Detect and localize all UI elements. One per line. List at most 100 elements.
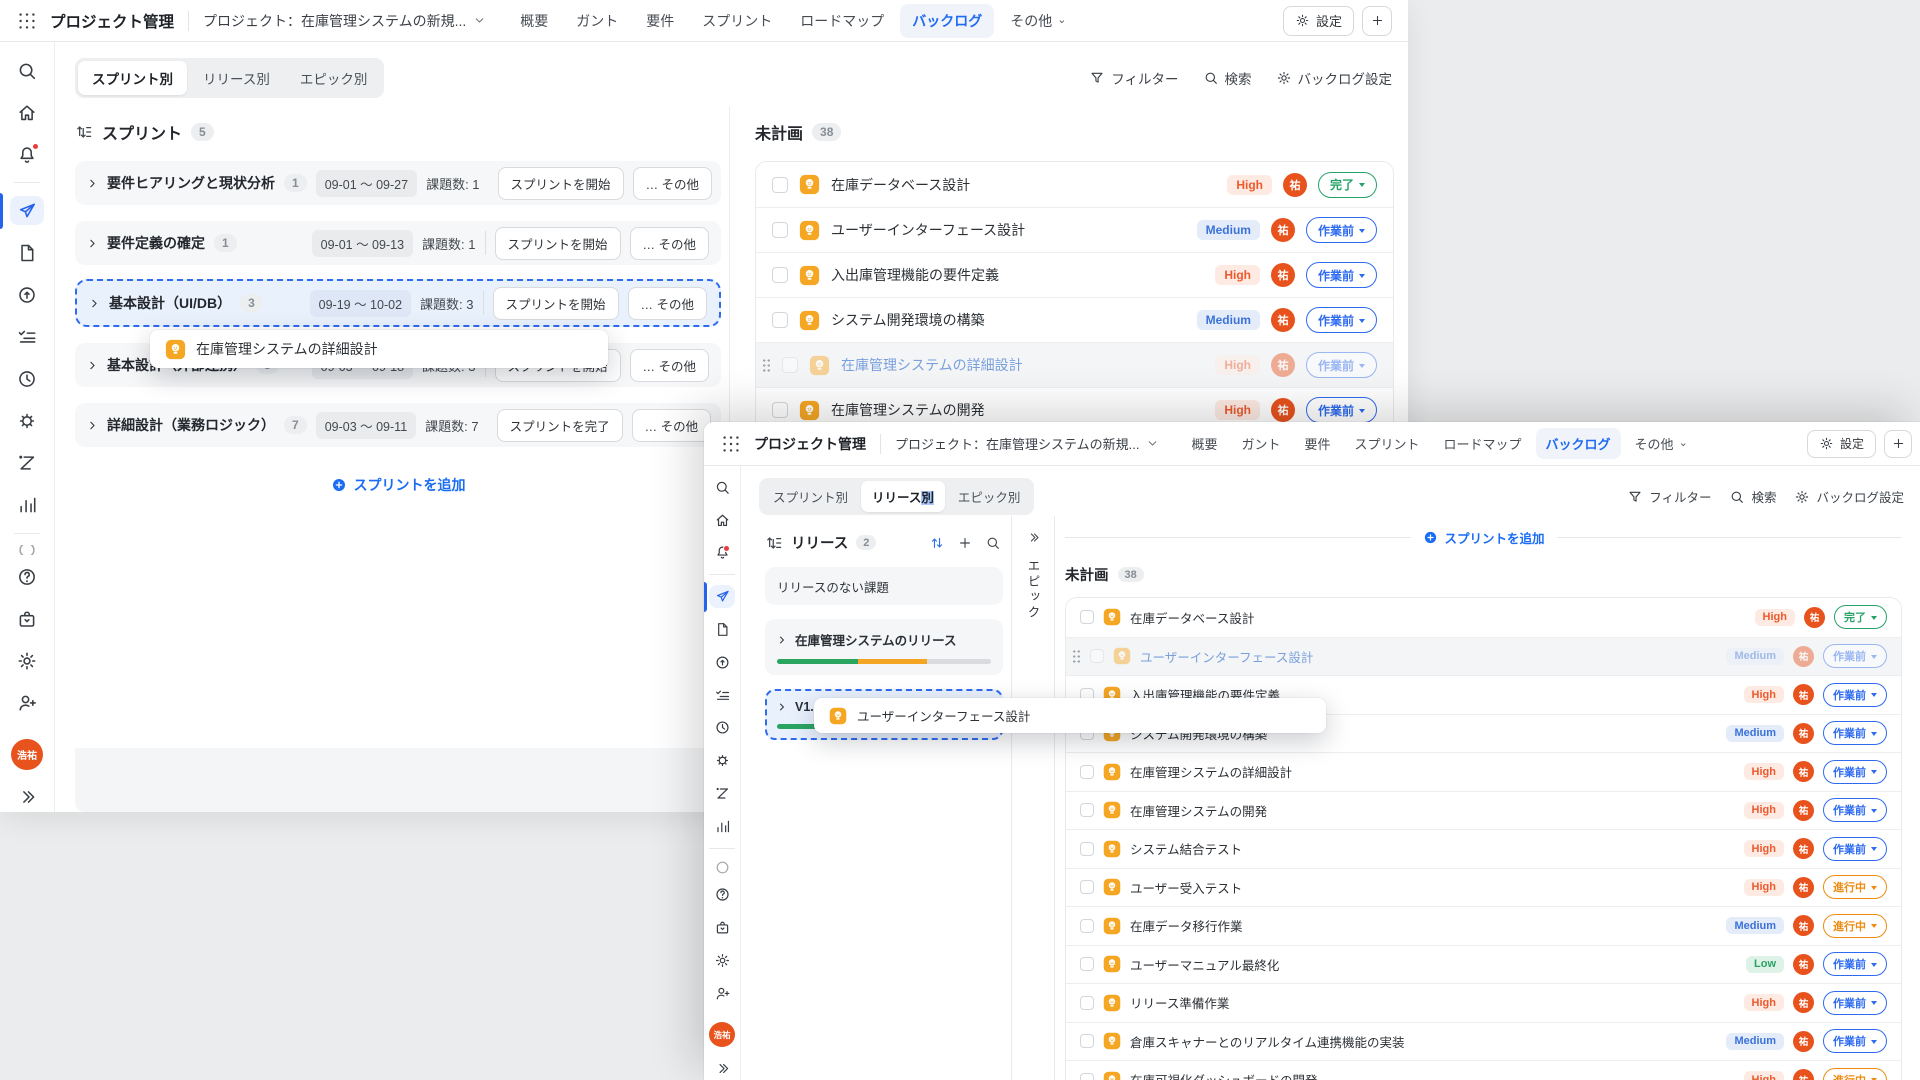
sidebar-expand[interactable] xyxy=(10,783,44,812)
status-dropdown[interactable]: 作業前 xyxy=(1823,798,1887,823)
app-grid-icon[interactable] xyxy=(718,431,744,457)
task-checkbox[interactable] xyxy=(1080,995,1094,1010)
add-release-button[interactable] xyxy=(955,533,975,553)
sprint-row[interactable]: 詳細設計（業務ロジック） 7 09-03 ～ 09-11 課題数: 7 スプリン… xyxy=(75,403,721,447)
task-title[interactable]: ユーザー受入テスト xyxy=(1130,878,1242,897)
sidebar-settings[interactable] xyxy=(709,949,735,972)
status-dropdown[interactable]: 作業前 xyxy=(1823,682,1887,707)
task-title[interactable]: 倉庫スキャナーとのリアルタイム連携機能の実装 xyxy=(1130,1032,1405,1051)
drag-handle-icon[interactable] xyxy=(1072,648,1081,664)
task-checkbox[interactable] xyxy=(1080,803,1094,818)
task-row[interactable]: リリース準備作業 High 祐 作業前 xyxy=(1066,983,1901,1022)
sprint-action-button[interactable]: スプリントを開始 xyxy=(497,166,624,200)
sidebar-projects-active[interactable] xyxy=(0,193,44,230)
nav-tab[interactable]: バックログ xyxy=(900,3,995,38)
nav-tab[interactable]: スプリント xyxy=(1345,428,1430,459)
sidebar-issues[interactable] xyxy=(10,407,44,436)
task-checkbox[interactable] xyxy=(1080,1072,1094,1080)
sidebar-reports[interactable] xyxy=(709,815,735,838)
sidebar-expand[interactable] xyxy=(709,1057,735,1080)
sidebar-home[interactable] xyxy=(709,509,735,532)
sprint-action-button[interactable]: スプリントを完了 xyxy=(496,408,623,442)
sidebar-goals[interactable] xyxy=(709,651,735,674)
status-dropdown[interactable]: 作業前 xyxy=(1305,307,1377,333)
add-sprint-button[interactable]: スプリントを追加 xyxy=(1423,528,1545,547)
nav-tab[interactable]: スプリント xyxy=(690,4,784,38)
view-segment[interactable]: エピック別 xyxy=(947,481,1032,512)
user-avatar[interactable]: 浩祐 xyxy=(11,738,43,770)
status-dropdown[interactable]: 作業前 xyxy=(1305,352,1377,378)
status-dropdown[interactable]: 作業前 xyxy=(1305,397,1377,423)
task-title[interactable]: 在庫管理システムの詳細設計 xyxy=(841,355,1023,375)
sidebar-approvals[interactable] xyxy=(10,322,44,351)
settings-button[interactable]: 設定 xyxy=(1806,429,1876,458)
task-title[interactable]: 在庫データベース設計 xyxy=(831,175,970,195)
task-title[interactable]: 入出庫管理機能の要件定義 xyxy=(831,265,999,285)
task-checkbox[interactable] xyxy=(1080,880,1094,895)
status-dropdown[interactable]: 完了 xyxy=(1834,605,1887,630)
task-title[interactable]: 在庫データベース設計 xyxy=(1130,608,1254,627)
task-checkbox[interactable] xyxy=(772,402,788,418)
task-row[interactable]: ユーザー受入テスト High 祐 進行中 xyxy=(1066,867,1901,906)
nav-tab[interactable]: バックログ xyxy=(1535,428,1621,459)
task-checkbox[interactable] xyxy=(1090,649,1104,664)
drag-ghost-card[interactable]: 在庫管理システムの詳細設計 xyxy=(150,330,608,368)
backlog-settings-button[interactable]: バックログ設定 xyxy=(1276,68,1392,88)
add-button[interactable] xyxy=(1884,429,1912,458)
task-row[interactable]: 入出庫管理機能の要件定義 High 祐 作業前 xyxy=(756,252,1393,297)
task-row[interactable]: 在庫データベース設計 High 祐 完了 xyxy=(1066,598,1901,637)
nav-tab[interactable]: その他 ⌄ xyxy=(1625,428,1698,459)
epic-panel-label[interactable]: エピック xyxy=(1024,559,1043,621)
add-sprint-button[interactable]: スプリントを追加 xyxy=(331,475,466,495)
task-row[interactable]: 在庫データ移行作業 Medium 祐 進行中 xyxy=(1066,906,1901,945)
nav-tab[interactable]: ロードマップ xyxy=(1434,428,1532,459)
release-none-card[interactable]: リリースのない課題 xyxy=(765,567,1003,605)
view-segment[interactable]: スプリント別 xyxy=(78,61,187,95)
task-checkbox[interactable] xyxy=(772,222,788,238)
sidebar-workflow[interactable] xyxy=(709,782,735,805)
status-dropdown[interactable]: 作業前 xyxy=(1823,721,1887,746)
status-dropdown[interactable]: 作業前 xyxy=(1823,836,1887,861)
project-selector[interactable]: プロジェクト：在庫管理システムの新規... xyxy=(895,434,1159,453)
sprint-action-button[interactable]: スプリントを開始 xyxy=(494,226,621,260)
status-dropdown[interactable]: 作業前 xyxy=(1305,217,1377,243)
task-row[interactable]: 在庫管理システムの開発 High 祐 作業前 xyxy=(1066,790,1901,829)
release-card[interactable]: 在庫管理システムのリリース xyxy=(765,619,1003,675)
status-dropdown[interactable]: 作業前 xyxy=(1823,1029,1887,1054)
task-row[interactable]: ユーザーインターフェース設計 Medium 祐 作業前 xyxy=(1066,636,1901,675)
sidebar-documents[interactable] xyxy=(709,618,735,641)
sidebar-invite[interactable] xyxy=(709,982,735,1005)
chevron-right-icon[interactable] xyxy=(87,420,98,431)
sprint-row[interactable]: 要件定義の確定 1 09-01 ～ 09-13 課題数: 1 スプリントを開始 … xyxy=(75,221,721,265)
task-checkbox[interactable] xyxy=(1080,957,1094,972)
view-segment[interactable]: エピック別 xyxy=(286,61,382,95)
nav-tab[interactable]: 概要 xyxy=(508,4,560,38)
nav-tab[interactable]: ガント xyxy=(1231,428,1290,459)
chevron-right-icon[interactable] xyxy=(777,702,787,712)
nav-tab[interactable]: 要件 xyxy=(634,4,686,38)
sidebar-projects-active[interactable] xyxy=(704,582,735,613)
task-checkbox[interactable] xyxy=(772,176,788,193)
status-dropdown[interactable]: 作業前 xyxy=(1823,644,1887,669)
nav-tab[interactable]: 要件 xyxy=(1294,428,1340,459)
sprint-more-button[interactable]: … その他 xyxy=(631,408,712,442)
chevrons-right-icon[interactable] xyxy=(1026,530,1041,545)
sidebar-search[interactable] xyxy=(10,56,44,85)
sprint-row[interactable]: 基本設計（UI/DB） 3 09-19 ～ 10-02 課題数: 3 スプリント… xyxy=(75,279,721,327)
task-title[interactable]: 在庫データ移行作業 xyxy=(1130,916,1243,935)
task-title[interactable]: ユーザーインターフェース設計 xyxy=(831,220,1025,240)
sidebar-notifications[interactable] xyxy=(10,140,44,169)
sprint-row[interactable]: 要件ヒアリングと現状分析 1 09-01 ～ 09-27 課題数: 1 スプリン… xyxy=(75,161,721,205)
sidebar-time[interactable] xyxy=(709,716,735,739)
task-row[interactable]: システム開発環境の構築 Medium 祐 作業前 xyxy=(756,297,1393,342)
sidebar-issues[interactable] xyxy=(709,749,735,772)
drag-ghost-card[interactable]: ユーザーインターフェース設計 xyxy=(814,698,1326,733)
status-dropdown[interactable]: 進行中 xyxy=(1823,875,1887,900)
task-checkbox[interactable] xyxy=(1080,610,1094,625)
task-row[interactable]: ユーザーインターフェース設計 Medium 祐 作業前 xyxy=(756,207,1393,252)
chevron-right-icon[interactable] xyxy=(87,360,98,371)
view-segment[interactable]: リリース別 xyxy=(189,61,284,95)
filter-button[interactable]: フィルター xyxy=(1627,487,1711,506)
task-row[interactable]: 倉庫スキャナーとのリアルタイム連携機能の実装 Medium 祐 作業前 xyxy=(1066,1021,1901,1060)
task-checkbox[interactable] xyxy=(1080,764,1094,779)
